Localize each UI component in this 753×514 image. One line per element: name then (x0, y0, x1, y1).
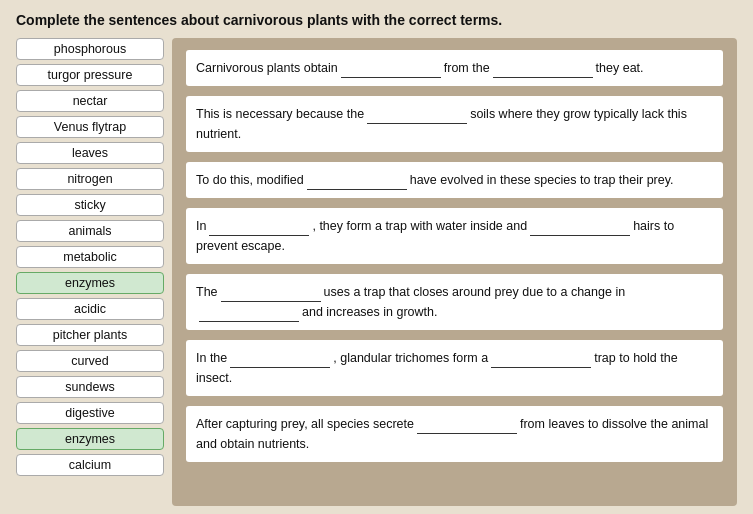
blank[interactable] (491, 352, 591, 368)
sentence-block-s2: This is necessary because thesoils where… (186, 96, 723, 152)
word-chip-acidic[interactable]: acidic (16, 298, 164, 320)
sentence-text: After capturing prey, all species secret… (196, 417, 414, 431)
sentences-area: Carnivorous plants obtain from the they ea… (172, 38, 737, 506)
word-chip-curved[interactable]: curved (16, 350, 164, 372)
blank[interactable] (493, 62, 593, 78)
sentence-text: The (196, 285, 218, 299)
blank[interactable] (230, 352, 330, 368)
sentence-block-s4: In , they form a trap with water inside a… (186, 208, 723, 264)
word-chip-sticky[interactable]: sticky (16, 194, 164, 216)
sentence-text: To do this, modified (196, 173, 304, 187)
sentence-block-s1: Carnivorous plants obtain from the they ea… (186, 50, 723, 86)
blank[interactable] (341, 62, 441, 78)
word-chip-pitcher-plants[interactable]: pitcher plants (16, 324, 164, 346)
sentence-text: uses a trap that closes around prey due … (324, 285, 626, 299)
word-chip-metabolic[interactable]: metabolic (16, 246, 164, 268)
word-chip-calcium[interactable]: calcium (16, 454, 164, 476)
sentence-text: In (196, 219, 206, 233)
sentence-block-s6: In the, glandular trichomes form atrap t… (186, 340, 723, 396)
word-chip-leaves[interactable]: leaves (16, 142, 164, 164)
blank[interactable] (530, 220, 630, 236)
main-area: phosphorous turgor pressure nectar Venus fl… (16, 38, 737, 506)
sentence-text: , glandular trichomes form a (333, 351, 488, 365)
instruction-text: Complete the sentences about carnivorous… (16, 12, 737, 28)
sentence-text: In the (196, 351, 227, 365)
page: Complete the sentences about carnivorous… (0, 0, 753, 514)
word-bank: phosphorous turgor pressure nectar Venus fl… (16, 38, 164, 506)
blank[interactable] (199, 306, 299, 322)
word-chip-nectar[interactable]: nectar (16, 90, 164, 112)
blank[interactable] (209, 220, 309, 236)
word-chip-turgor-pressure[interactable]: turgor pressure (16, 64, 164, 86)
word-chip-venus-flytrap[interactable]: Venus flytrap (16, 116, 164, 138)
word-chip-phosphorous[interactable]: phosphorous (16, 38, 164, 60)
word-chip-nitrogen[interactable]: nitrogen (16, 168, 164, 190)
word-chip-digestive[interactable]: digestive (16, 402, 164, 424)
sentence-text: from the (444, 61, 490, 75)
word-chip-animals[interactable]: animals (16, 220, 164, 242)
sentence-block-s5: The uses a trap that closes around prey d… (186, 274, 723, 330)
word-chip-enzymes2[interactable]: enzymes (16, 428, 164, 450)
sentence-block-s7: After capturing prey, all species secret… (186, 406, 723, 462)
sentence-block-s3: To do this, modified have evolved in thes… (186, 162, 723, 198)
sentence-text: Carnivorous plants obtain (196, 61, 338, 75)
word-chip-sundews[interactable]: sundews (16, 376, 164, 398)
blank[interactable] (417, 418, 517, 434)
sentence-text: , they form a trap with water inside and (312, 219, 527, 233)
blank[interactable] (307, 174, 407, 190)
sentence-text: This is necessary because the (196, 107, 364, 121)
blank[interactable] (367, 108, 467, 124)
sentence-text: they eat. (596, 61, 644, 75)
sentence-text: and increases in growth. (302, 305, 438, 319)
sentence-text: have evolved in these species to trap th… (410, 173, 674, 187)
word-chip-enzymes1[interactable]: enzymes (16, 272, 164, 294)
blank[interactable] (221, 286, 321, 302)
